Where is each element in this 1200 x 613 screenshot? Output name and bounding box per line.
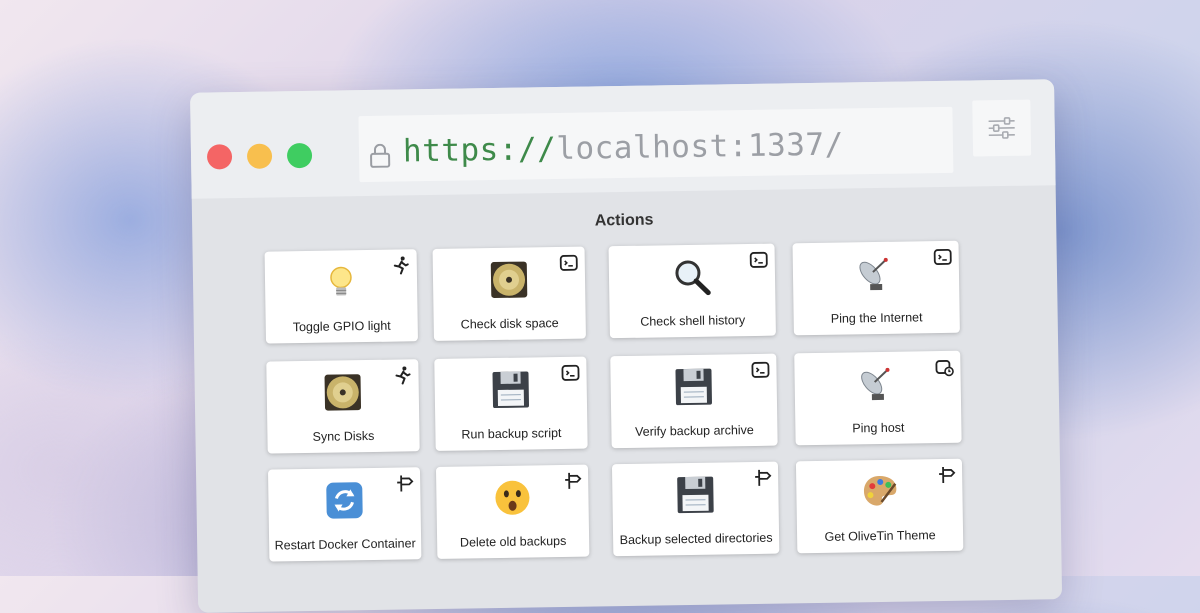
run-icon xyxy=(392,365,412,385)
argument-icon xyxy=(936,465,956,485)
action-button[interactable]: Verify backup archive xyxy=(610,354,777,449)
action-label: Ping the Internet xyxy=(798,310,956,326)
url-scheme: https:// xyxy=(403,131,557,169)
action-label: Toggle GPIO light xyxy=(270,318,414,334)
argument-icon xyxy=(752,468,772,488)
disk-icon xyxy=(489,259,530,300)
action-label: Verify backup archive xyxy=(615,423,773,439)
light-bulb-icon xyxy=(321,262,362,303)
action-button[interactable]: Sync Disks xyxy=(266,359,419,453)
floppy-disk-icon xyxy=(490,369,531,410)
sliders-icon xyxy=(988,117,1016,139)
minimize-window-button[interactable] xyxy=(247,144,272,169)
action-button[interactable]: Check shell history xyxy=(609,244,776,339)
magnifier-icon xyxy=(672,257,713,298)
terminal-icon xyxy=(750,360,770,380)
terminal-icon xyxy=(749,250,769,270)
action-label: Delete old backups xyxy=(441,534,585,550)
browser-window: https://localhost:1337/ Actions Toggle G… xyxy=(190,79,1062,613)
settings-button[interactable] xyxy=(972,100,1031,157)
action-label: Ping host xyxy=(799,420,957,436)
action-label: Check shell history xyxy=(614,313,772,329)
surprised-face-icon xyxy=(492,477,533,518)
lock-icon xyxy=(369,144,391,168)
maximize-window-button[interactable] xyxy=(287,143,312,168)
action-label: Run backup script xyxy=(439,426,583,442)
actions-grid: Toggle GPIO lightCheck disk spaceCheck s… xyxy=(265,241,969,252)
action-label: Restart Docker Container xyxy=(273,536,417,552)
argument-icon xyxy=(562,471,582,491)
action-label: Backup selected directories xyxy=(617,531,775,547)
close-window-button[interactable] xyxy=(207,144,232,169)
action-button[interactable]: Ping host xyxy=(794,351,961,446)
action-label: Get OliveTin Theme xyxy=(801,528,959,544)
floppy-disk-icon xyxy=(673,367,714,408)
floppy-disk-icon xyxy=(675,475,716,516)
action-button[interactable]: Backup selected directories xyxy=(612,462,779,557)
terminal-icon xyxy=(560,363,580,383)
action-button[interactable]: Get OliveTin Theme xyxy=(796,459,963,554)
satellite-dish-icon xyxy=(857,364,898,405)
terminal-icon xyxy=(933,247,953,267)
terminal-icon xyxy=(559,253,579,273)
satellite-dish-icon xyxy=(856,254,897,295)
address-bar[interactable]: https://localhost:1337/ xyxy=(358,107,953,182)
palette-icon xyxy=(859,472,900,513)
run-icon xyxy=(391,255,411,275)
action-label: Sync Disks xyxy=(271,428,415,444)
url-host: localhost:1337/ xyxy=(556,127,844,168)
action-button[interactable]: Check disk space xyxy=(433,247,586,341)
argument-icon xyxy=(394,473,414,493)
refresh-icon xyxy=(324,480,365,521)
action-button[interactable]: Run backup script xyxy=(434,357,587,451)
page-title: Actions xyxy=(192,205,1056,237)
action-button[interactable]: Delete old backups xyxy=(436,465,589,559)
disk-icon xyxy=(322,372,363,413)
title-bar: https://localhost:1337/ xyxy=(190,79,1056,199)
schedule-icon xyxy=(934,357,954,377)
url-text: https://localhost:1337/ xyxy=(403,127,844,170)
action-button[interactable]: Ping the Internet xyxy=(792,241,959,336)
action-button[interactable]: Restart Docker Container xyxy=(268,467,421,561)
action-label: Check disk space xyxy=(438,316,582,332)
action-button[interactable]: Toggle GPIO light xyxy=(265,249,418,343)
